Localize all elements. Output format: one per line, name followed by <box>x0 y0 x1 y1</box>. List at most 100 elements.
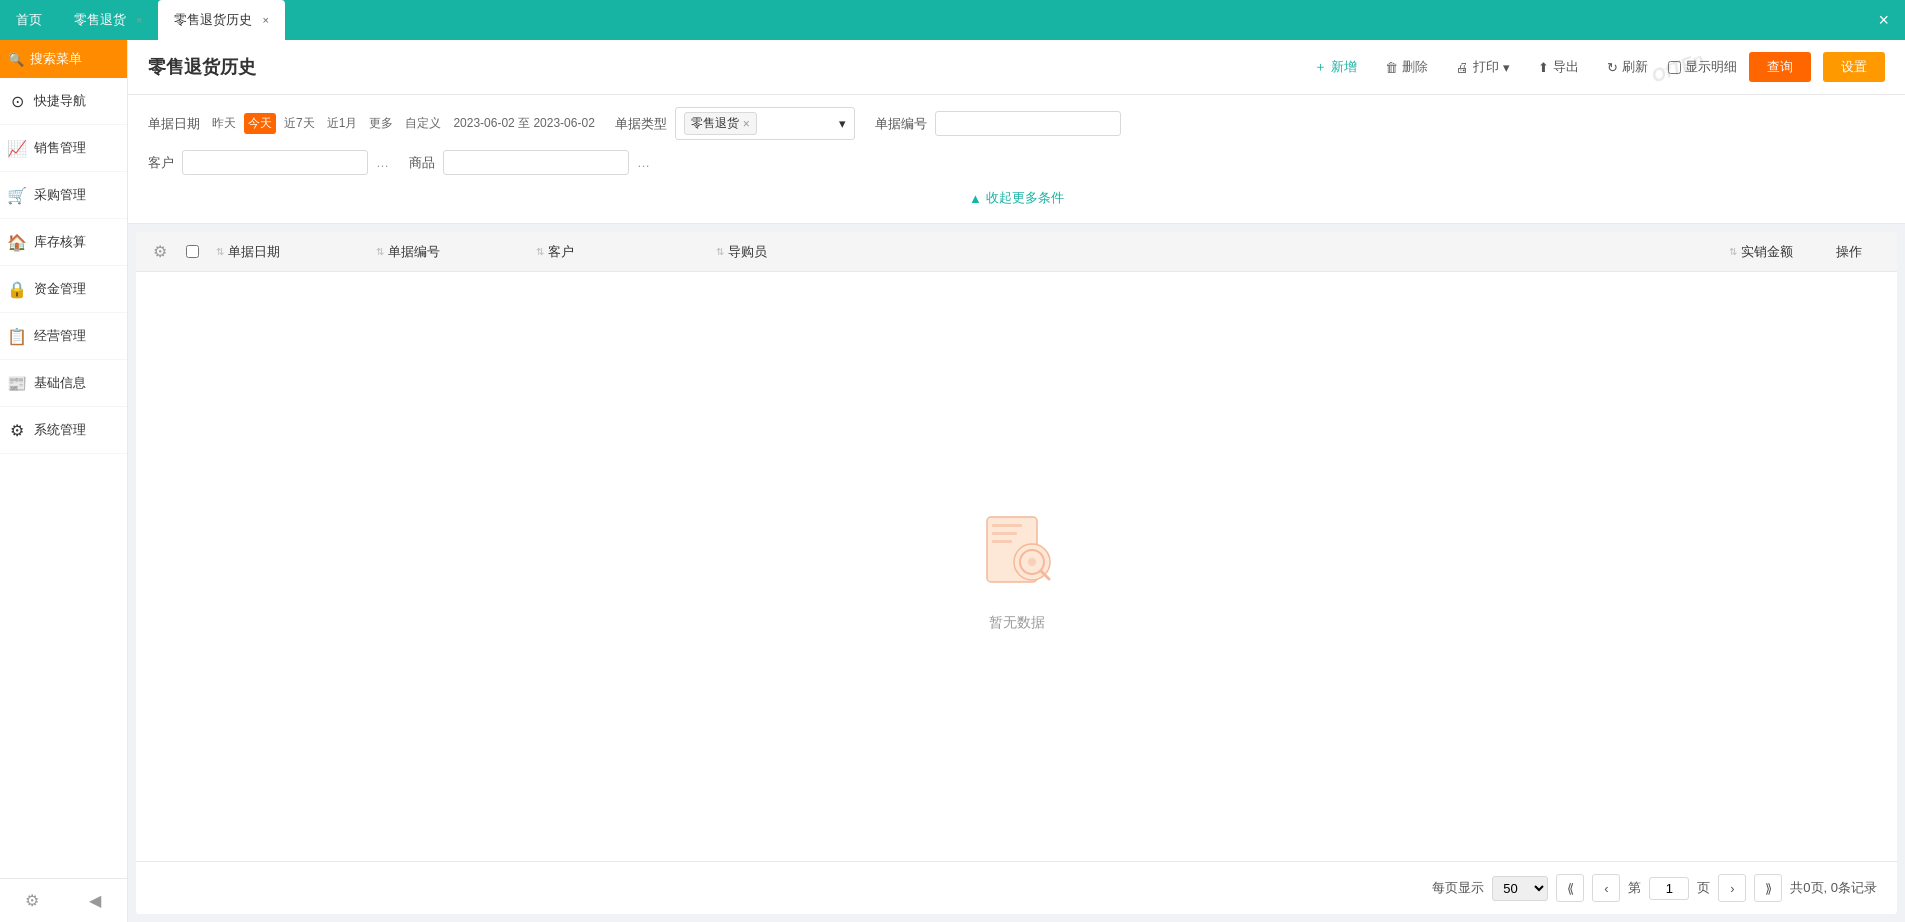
type-select[interactable]: 零售退货 × ▾ <box>675 107 855 140</box>
display-detail-checkbox[interactable]: 显示明细 <box>1668 58 1737 76</box>
display-detail-label: 显示明细 <box>1685 58 1737 76</box>
sidebar-item-system[interactable]: ⚙ 系统管理 <box>0 407 127 454</box>
page-label-suffix: 页 <box>1697 879 1710 897</box>
page-title: 零售退货历史 <box>148 55 256 79</box>
shortcut-1month[interactable]: 近1月 <box>323 113 362 134</box>
export-label: 导出 <box>1553 58 1579 76</box>
sidebar-search[interactable]: 🔍 搜索菜单 <box>0 40 127 78</box>
refresh-icon: ↻ <box>1607 60 1618 75</box>
delete-button[interactable]: 🗑 删除 <box>1377 54 1436 80</box>
inventory-icon: 🏠 <box>8 233 26 251</box>
shortcut-7days[interactable]: 近7天 <box>280 113 319 134</box>
shortcut-today[interactable]: 今天 <box>244 113 276 134</box>
add-button[interactable]: ＋ 新增 <box>1306 54 1365 80</box>
date-label: 单据日期 <box>148 115 200 133</box>
sidebar-item-inventory[interactable]: 🏠 库存核算 <box>0 219 127 266</box>
tab-retail-return-history-label: 零售退货历史 <box>174 11 252 29</box>
select-all-input[interactable] <box>186 245 199 258</box>
export-button[interactable]: ⬆ 导出 <box>1530 54 1587 80</box>
shortcut-custom[interactable]: 自定义 <box>401 113 445 134</box>
col-header-customer[interactable]: ⇅ 客户 <box>528 243 708 261</box>
type-tag: 零售退货 × <box>684 112 757 135</box>
tab-home[interactable]: 首页 <box>0 0 58 40</box>
number-input[interactable] <box>935 111 1121 136</box>
customer-more-icon[interactable]: … <box>376 155 389 170</box>
prev-page-btn[interactable]: ‹ <box>1592 874 1620 902</box>
col-number-sort-icon: ⇅ <box>376 246 384 257</box>
customer-filter: 客户 … <box>148 150 389 175</box>
settings-button[interactable]: 设置 <box>1823 52 1885 82</box>
tab-home-label: 首页 <box>16 11 42 29</box>
empty-illustration <box>967 502 1067 602</box>
window-close-btn[interactable]: × <box>1862 10 1905 31</box>
collapse-icon: ▲ <box>969 191 982 206</box>
per-page-select[interactable]: 10 20 50 100 <box>1492 876 1548 901</box>
sidebar-item-purchase[interactable]: 🛒 采购管理 <box>0 172 127 219</box>
col-guide-sort-icon: ⇅ <box>716 246 724 257</box>
svg-rect-3 <box>992 540 1012 543</box>
col-action-label: 操作 <box>1836 243 1862 261</box>
sidebar-item-quick-nav-label: 快捷导航 <box>34 92 86 110</box>
col-header-date[interactable]: ⇅ 单据日期 <box>208 243 368 261</box>
toolbar: ＋ 新增 🗑 删除 🖨 打印 ▾ ⬆ 导出 ↻ 刷新 <box>1306 52 1885 82</box>
col-header-guide[interactable]: ⇅ 导购员 <box>708 243 848 261</box>
sidebar-bottom: ⚙ ◀ <box>0 878 127 922</box>
col-header-number[interactable]: ⇅ 单据编号 <box>368 243 528 261</box>
empty-text: 暂无数据 <box>989 614 1045 632</box>
purchase-icon: 🛒 <box>8 186 26 204</box>
sidebar-collapse-btn[interactable]: ◀ <box>64 879 128 922</box>
nav-tabs: 首页 零售退货 × 零售退货历史 × <box>0 0 1862 40</box>
shortcut-more[interactable]: 更多 <box>365 113 397 134</box>
svg-rect-2 <box>992 532 1017 535</box>
date-shortcuts: 昨天 今天 近7天 近1月 更多 自定义 <box>208 113 445 134</box>
col-date-sort-icon: ⇅ <box>216 246 224 257</box>
type-tag-remove[interactable]: × <box>743 117 750 131</box>
sales-icon: 📈 <box>8 139 26 157</box>
last-page-btn[interactable]: ⟫ <box>1754 874 1782 902</box>
col-amount-label: 实销金额 <box>1741 243 1793 261</box>
search-icon: 🔍 <box>8 52 24 67</box>
quick-nav-icon: ⊙ <box>8 92 26 110</box>
column-settings-btn[interactable]: ⚙ <box>144 242 176 261</box>
print-button[interactable]: 🖨 打印 ▾ <box>1448 54 1518 80</box>
collapse-filter-btn[interactable]: ▲ 收起更多条件 <box>961 185 1072 211</box>
type-filter: 单据类型 零售退货 × ▾ <box>615 107 855 140</box>
query-button[interactable]: 查询 <box>1749 52 1811 82</box>
page-label-prefix: 第 <box>1628 879 1641 897</box>
table-header: ⚙ ⇅ 单据日期 ⇅ 单据编号 ⇅ 客户 ⇅ 导购员 <box>136 232 1897 272</box>
current-page-input[interactable] <box>1649 877 1689 900</box>
refresh-button[interactable]: ↻ 刷新 <box>1599 54 1656 80</box>
goods-input[interactable] <box>443 150 629 175</box>
sidebar-search-label: 搜索菜单 <box>30 50 82 68</box>
sidebar-item-quick-nav[interactable]: ⊙ 快捷导航 <box>0 78 127 125</box>
first-page-btn[interactable]: ⟪ <box>1556 874 1584 902</box>
type-label: 单据类型 <box>615 115 667 133</box>
type-select-chevron: ▾ <box>839 116 846 131</box>
tab-retail-return-label: 零售退货 <box>74 11 126 29</box>
print-label: 打印 <box>1473 58 1499 76</box>
goods-more-icon[interactable]: … <box>637 155 650 170</box>
add-icon: ＋ <box>1314 58 1327 76</box>
total-label: 共0页, 0条记录 <box>1790 879 1877 897</box>
tab-retail-return[interactable]: 零售退货 × <box>58 0 158 40</box>
tab-retail-return-close[interactable]: × <box>136 14 142 26</box>
select-all-checkbox[interactable] <box>176 245 208 258</box>
sidebar-settings-btn[interactable]: ⚙ <box>0 879 64 922</box>
customer-input[interactable] <box>182 150 368 175</box>
display-detail-input[interactable] <box>1668 61 1681 74</box>
col-amount-sort-icon: ⇅ <box>1729 246 1737 257</box>
print-dropdown-icon: ▾ <box>1503 60 1510 75</box>
tab-retail-return-history[interactable]: 零售退货历史 × <box>158 0 284 40</box>
date-range-display: 2023-06-02 至 2023-06-02 <box>453 115 594 132</box>
col-header-amount[interactable]: ⇅ 实销金额 <box>848 243 1809 261</box>
delete-icon: 🗑 <box>1385 60 1398 75</box>
sidebar-item-operations[interactable]: 📋 经营管理 <box>0 313 127 360</box>
shortcut-yesterday[interactable]: 昨天 <box>208 113 240 134</box>
sidebar-item-finance[interactable]: 🔒 资金管理 <box>0 266 127 313</box>
sidebar-item-basic-info[interactable]: 📰 基础信息 <box>0 360 127 407</box>
page-header: 零售退货历史 ＋ 新增 🗑 删除 🖨 打印 ▾ ⬆ 导出 <box>128 40 1905 95</box>
sidebar-item-sales[interactable]: 📈 销售管理 <box>0 125 127 172</box>
svg-point-7 <box>1028 558 1036 566</box>
next-page-btn[interactable]: › <box>1718 874 1746 902</box>
tab-retail-return-history-close[interactable]: × <box>262 14 268 26</box>
